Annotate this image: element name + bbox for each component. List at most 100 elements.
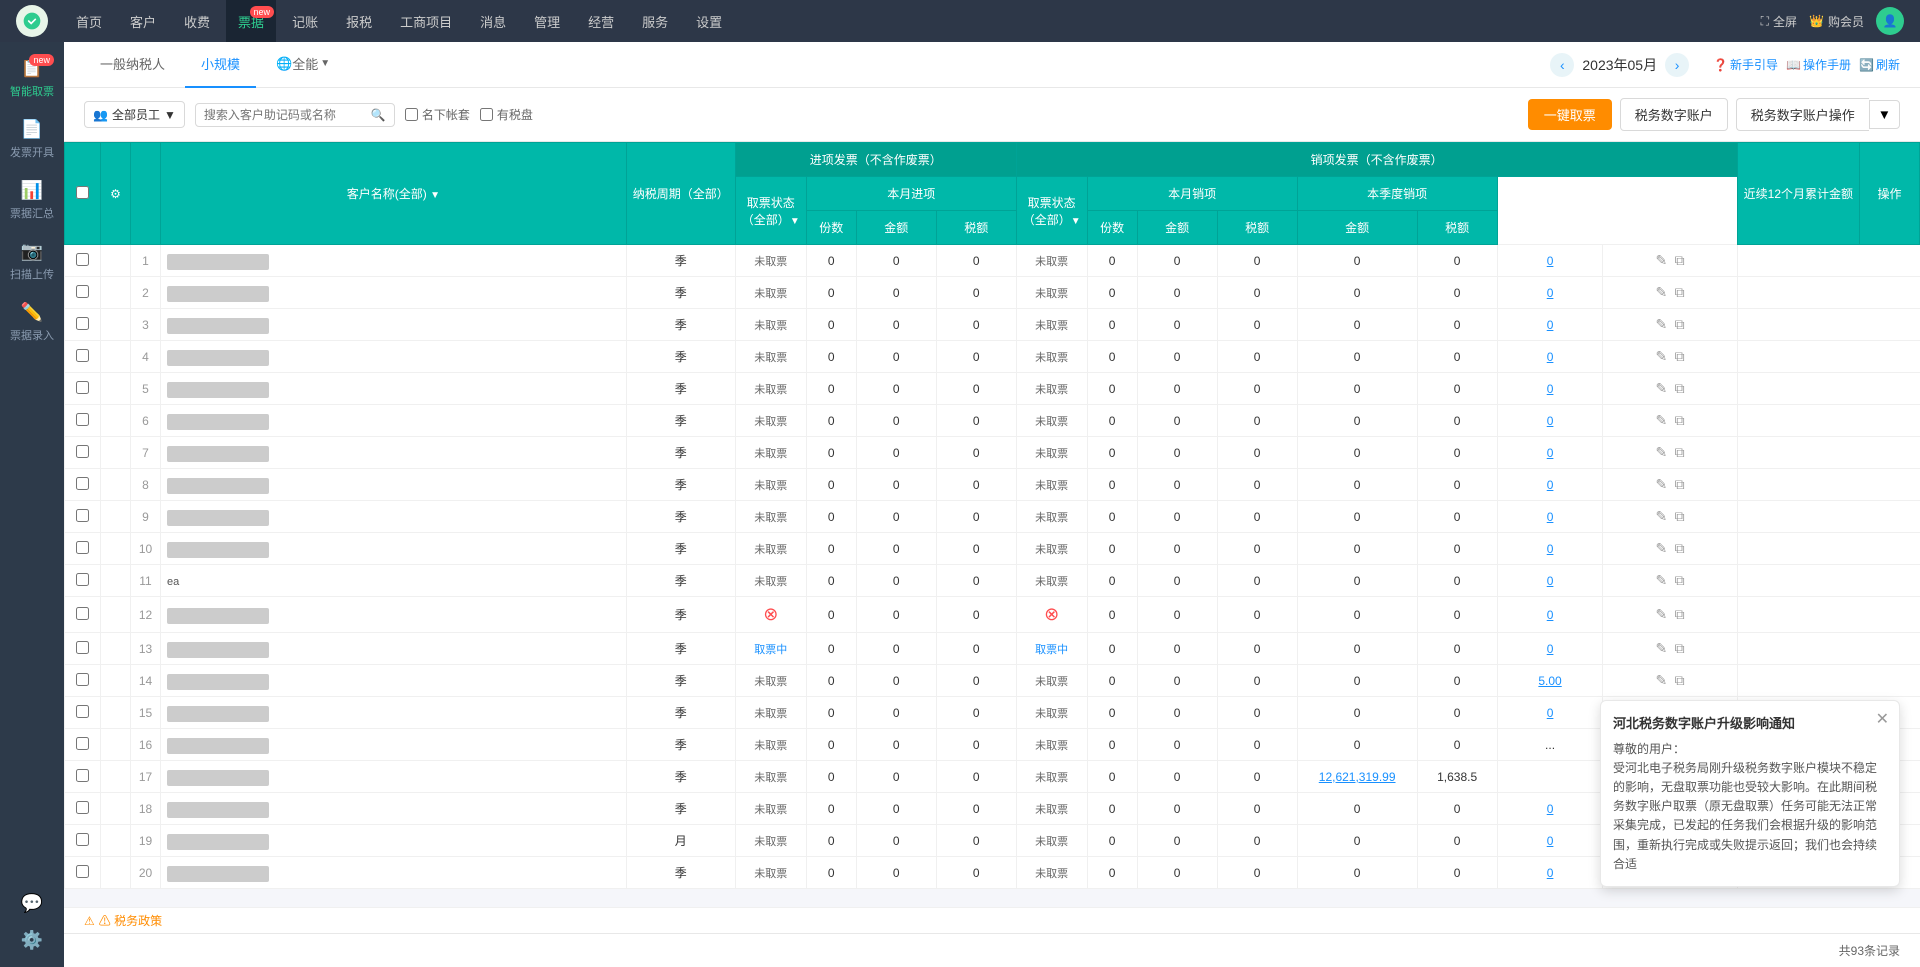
tab-general-taxpayer[interactable]: 一般纳税人 [84, 42, 181, 88]
sidebar-item-invoice-open[interactable]: 📄 发票开具 [4, 111, 60, 168]
sidebar-item-smart-ticket[interactable]: 📋 智能取票 new [4, 50, 60, 107]
digital-account-btn[interactable]: 税务数字账户 [1620, 98, 1728, 131]
cumulative-link[interactable]: 0 [1547, 574, 1554, 588]
row-checkbox-cell[interactable] [65, 405, 101, 437]
cumulative-link[interactable]: 0 [1547, 642, 1554, 656]
copy-icon[interactable]: ⧉ [1675, 540, 1685, 556]
row-checkbox-cell[interactable] [65, 501, 101, 533]
row-checkbox[interactable] [76, 705, 89, 718]
edit-icon[interactable]: ✎ [1656, 380, 1668, 396]
cumulative-link[interactable]: 0 [1547, 510, 1554, 524]
copy-icon[interactable]: ⧉ [1675, 348, 1685, 364]
nav-client[interactable]: 客户 [118, 0, 168, 42]
nav-settings[interactable]: 设置 [684, 0, 734, 42]
copy-icon[interactable]: ⧉ [1675, 412, 1685, 428]
row-checkbox-cell[interactable] [65, 825, 101, 857]
select-all-checkbox[interactable] [76, 186, 89, 199]
subordinate-checkbox-label[interactable]: 名下帐套 [405, 106, 470, 123]
cumulative-link[interactable]: 0 [1547, 254, 1554, 268]
sidebar-item-entry[interactable]: ✏️ 票据录入 [4, 294, 60, 351]
deduct-amount-link[interactable]: 12,621,319.99 [1319, 770, 1396, 784]
row-checkbox-cell[interactable] [65, 533, 101, 565]
row-checkbox-cell[interactable] [65, 761, 101, 793]
nav-service[interactable]: 服务 [630, 0, 680, 42]
copy-icon[interactable]: ⧉ [1675, 606, 1685, 622]
copy-icon[interactable]: ⧉ [1675, 476, 1685, 492]
copy-icon[interactable]: ⧉ [1675, 316, 1685, 332]
nav-manage[interactable]: 管理 [522, 0, 572, 42]
row-checkbox[interactable] [76, 737, 89, 750]
cumulative-link[interactable]: 0 [1547, 706, 1554, 720]
nav-message[interactable]: 消息 [468, 0, 518, 42]
sidebar-item-summary[interactable]: 📊 票据汇总 [4, 172, 60, 229]
edit-icon[interactable]: ✎ [1656, 316, 1668, 332]
edit-icon[interactable]: ✎ [1656, 508, 1668, 524]
refresh-btn[interactable]: 🔄 刷新 [1859, 56, 1900, 73]
subordinate-checkbox[interactable] [405, 108, 418, 121]
edit-icon[interactable]: ✎ [1656, 284, 1668, 300]
row-checkbox-cell[interactable] [65, 373, 101, 405]
cumulative-link[interactable]: 0 [1547, 414, 1554, 428]
nav-tax[interactable]: 报税 [334, 0, 384, 42]
nav-home[interactable]: 首页 [64, 0, 114, 42]
tab-small-scale[interactable]: 小规模 [185, 42, 256, 88]
row-checkbox-cell[interactable] [65, 857, 101, 889]
copy-icon[interactable]: ⧉ [1675, 252, 1685, 268]
tab-all[interactable]: 🌐 全能 ▼ [260, 42, 346, 88]
nav-accounting[interactable]: 记账 [280, 0, 330, 42]
edit-icon[interactable]: ✎ [1656, 412, 1668, 428]
digital-ops-main-btn[interactable]: 税务数字账户操作 [1736, 98, 1869, 131]
period-prev-btn[interactable]: ‹ [1550, 53, 1574, 77]
new-guide-btn[interactable]: ❓ 新手引导 [1713, 56, 1778, 73]
cumulative-link[interactable]: 0 [1547, 608, 1554, 622]
row-checkbox-cell[interactable] [65, 729, 101, 761]
search-box[interactable]: 🔍 [195, 103, 395, 127]
row-checkbox-cell[interactable] [65, 665, 101, 697]
row-checkbox-cell[interactable] [65, 633, 101, 665]
row-checkbox[interactable] [76, 253, 89, 266]
edit-icon[interactable]: ✎ [1656, 606, 1668, 622]
member-btn[interactable]: 👑 购会员 [1809, 13, 1864, 30]
search-input[interactable] [204, 108, 367, 122]
nav-ticket[interactable]: 票据 new [226, 0, 276, 42]
row-checkbox-cell[interactable] [65, 341, 101, 373]
nav-business[interactable]: 工商项目 [388, 0, 464, 42]
cumulative-link[interactable]: 0 [1547, 286, 1554, 300]
row-checkbox[interactable] [76, 541, 89, 554]
row-checkbox[interactable] [76, 865, 89, 878]
copy-icon[interactable]: ⧉ [1675, 380, 1685, 396]
tax-disk-checkbox[interactable] [480, 108, 493, 121]
nav-fee[interactable]: 收费 [172, 0, 222, 42]
nav-operation[interactable]: 经营 [576, 0, 626, 42]
policy-bar[interactable]: ⚠ ⚠ 税务政策 [64, 907, 1920, 933]
sidebar-item-config[interactable]: ⚙️ [4, 922, 60, 959]
cumulative-link[interactable]: 0 [1547, 382, 1554, 396]
row-checkbox[interactable] [76, 641, 89, 654]
edit-icon[interactable]: ✎ [1656, 348, 1668, 364]
edit-icon[interactable]: ✎ [1656, 672, 1668, 688]
copy-icon[interactable]: ⧉ [1675, 672, 1685, 688]
row-checkbox[interactable] [76, 285, 89, 298]
tax-disk-checkbox-label[interactable]: 有税盘 [480, 106, 533, 123]
row-checkbox-cell[interactable] [65, 309, 101, 341]
row-checkbox[interactable] [76, 801, 89, 814]
cumulative-link[interactable]: 0 [1547, 478, 1554, 492]
edit-icon[interactable]: ✎ [1656, 476, 1668, 492]
row-checkbox[interactable] [76, 477, 89, 490]
edit-icon[interactable]: ✎ [1656, 444, 1668, 460]
row-checkbox[interactable] [76, 381, 89, 394]
row-checkbox[interactable] [76, 833, 89, 846]
fullscreen-btn[interactable]: ⛶ 全屏 [1761, 13, 1797, 30]
copy-icon[interactable]: ⧉ [1675, 444, 1685, 460]
cumulative-link[interactable]: 0 [1547, 318, 1554, 332]
row-checkbox-cell[interactable] [65, 277, 101, 309]
row-checkbox[interactable] [76, 673, 89, 686]
sidebar-item-scan[interactable]: 📷 扫描上传 [4, 233, 60, 290]
copy-icon[interactable]: ⧉ [1675, 284, 1685, 300]
cumulative-link[interactable]: 0 [1547, 866, 1554, 880]
row-checkbox[interactable] [76, 413, 89, 426]
sidebar-item-messages[interactable]: 💬 [4, 885, 60, 922]
row-checkbox-cell[interactable] [65, 793, 101, 825]
copy-icon[interactable]: ⧉ [1675, 572, 1685, 588]
row-checkbox-cell[interactable] [65, 597, 101, 633]
